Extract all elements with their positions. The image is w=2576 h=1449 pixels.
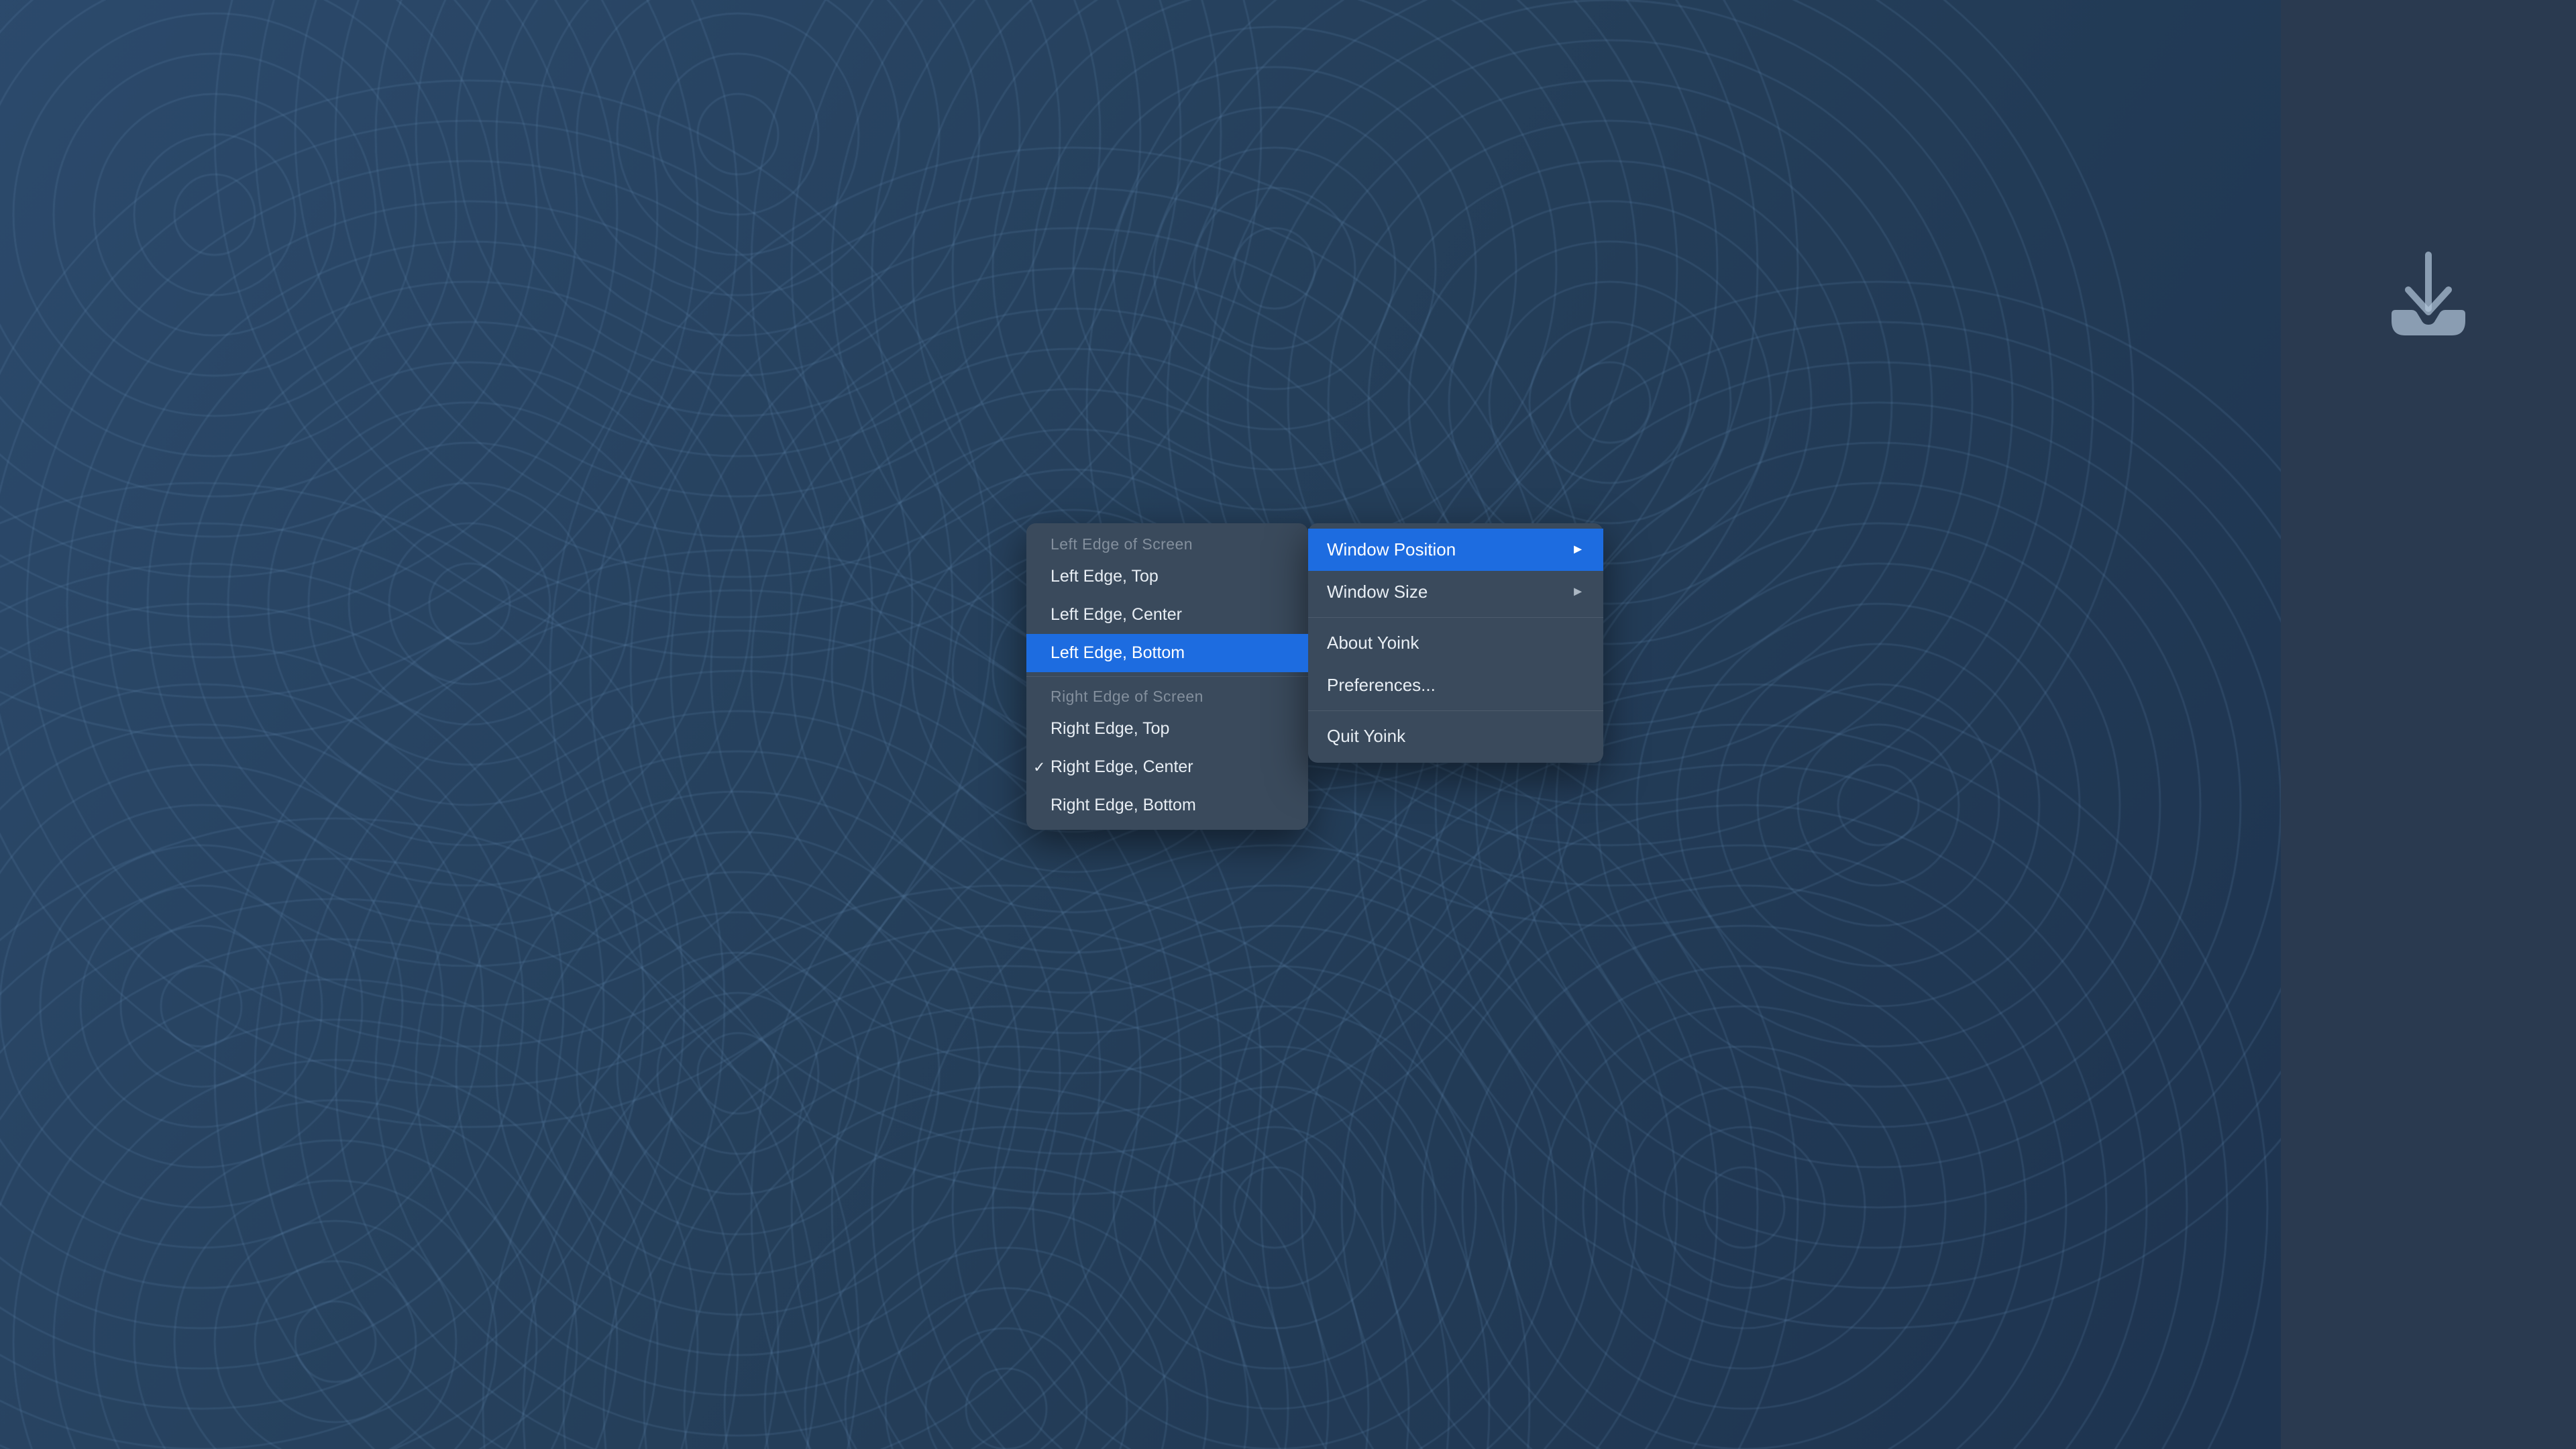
menu-quit-yoink-label: Quit Yoink <box>1327 726 1405 747</box>
left-edge-bottom-item[interactable]: Left Edge, Bottom <box>1026 634 1308 672</box>
menu-preferences-label: Preferences... <box>1327 675 1436 696</box>
menu-separator-1 <box>1308 617 1603 618</box>
right-panel <box>2281 0 2576 1449</box>
submenu-position: Left Edge of Screen Left Edge, Top Left … <box>1026 523 1308 830</box>
left-edge-center-label: Left Edge, Center <box>1051 605 1182 625</box>
menu-window-size-label: Window Size <box>1327 582 1428 602</box>
menu-quit-yoink[interactable]: Quit Yoink <box>1308 715 1603 757</box>
menu-window-position[interactable]: Window Position ► <box>1308 529 1603 571</box>
left-edge-bottom-label: Left Edge, Bottom <box>1051 643 1185 663</box>
window-position-arrow: ► <box>1571 542 1585 557</box>
left-edge-top-item[interactable]: Left Edge, Top <box>1026 557 1308 596</box>
right-edge-top-item[interactable]: Right Edge, Top <box>1026 710 1308 748</box>
main-menu: Window Position ► Window Size ► About Yo… <box>1308 523 1603 763</box>
right-edge-center-checkmark: ✓ <box>1033 759 1045 776</box>
right-edge-bottom-item[interactable]: Right Edge, Bottom <box>1026 786 1308 824</box>
right-edge-section-header: Right Edge of Screen <box>1026 681 1308 710</box>
menu-about-yoink[interactable]: About Yoink <box>1308 622 1603 664</box>
download-icon <box>2375 241 2482 349</box>
right-edge-center-label: Right Edge, Center <box>1051 757 1193 777</box>
left-edge-section-header: Left Edge of Screen <box>1026 529 1308 557</box>
menu-preferences[interactable]: Preferences... <box>1308 664 1603 706</box>
menu-window-size[interactable]: Window Size ► <box>1308 571 1603 613</box>
download-icon-wrapper <box>2361 228 2496 362</box>
left-edge-center-item[interactable]: Left Edge, Center <box>1026 596 1308 634</box>
menu-separator-2 <box>1308 710 1603 711</box>
position-separator <box>1026 676 1308 677</box>
menu-about-yoink-label: About Yoink <box>1327 633 1419 653</box>
right-edge-center-item[interactable]: ✓ Right Edge, Center <box>1026 748 1308 786</box>
menu-container: Left Edge of Screen Left Edge, Top Left … <box>1026 523 1603 830</box>
left-edge-top-label: Left Edge, Top <box>1051 567 1159 586</box>
window-size-arrow: ► <box>1571 584 1585 600</box>
menu-window-position-label: Window Position <box>1327 539 1456 560</box>
right-edge-top-label: Right Edge, Top <box>1051 719 1169 739</box>
right-edge-bottom-label: Right Edge, Bottom <box>1051 796 1196 815</box>
